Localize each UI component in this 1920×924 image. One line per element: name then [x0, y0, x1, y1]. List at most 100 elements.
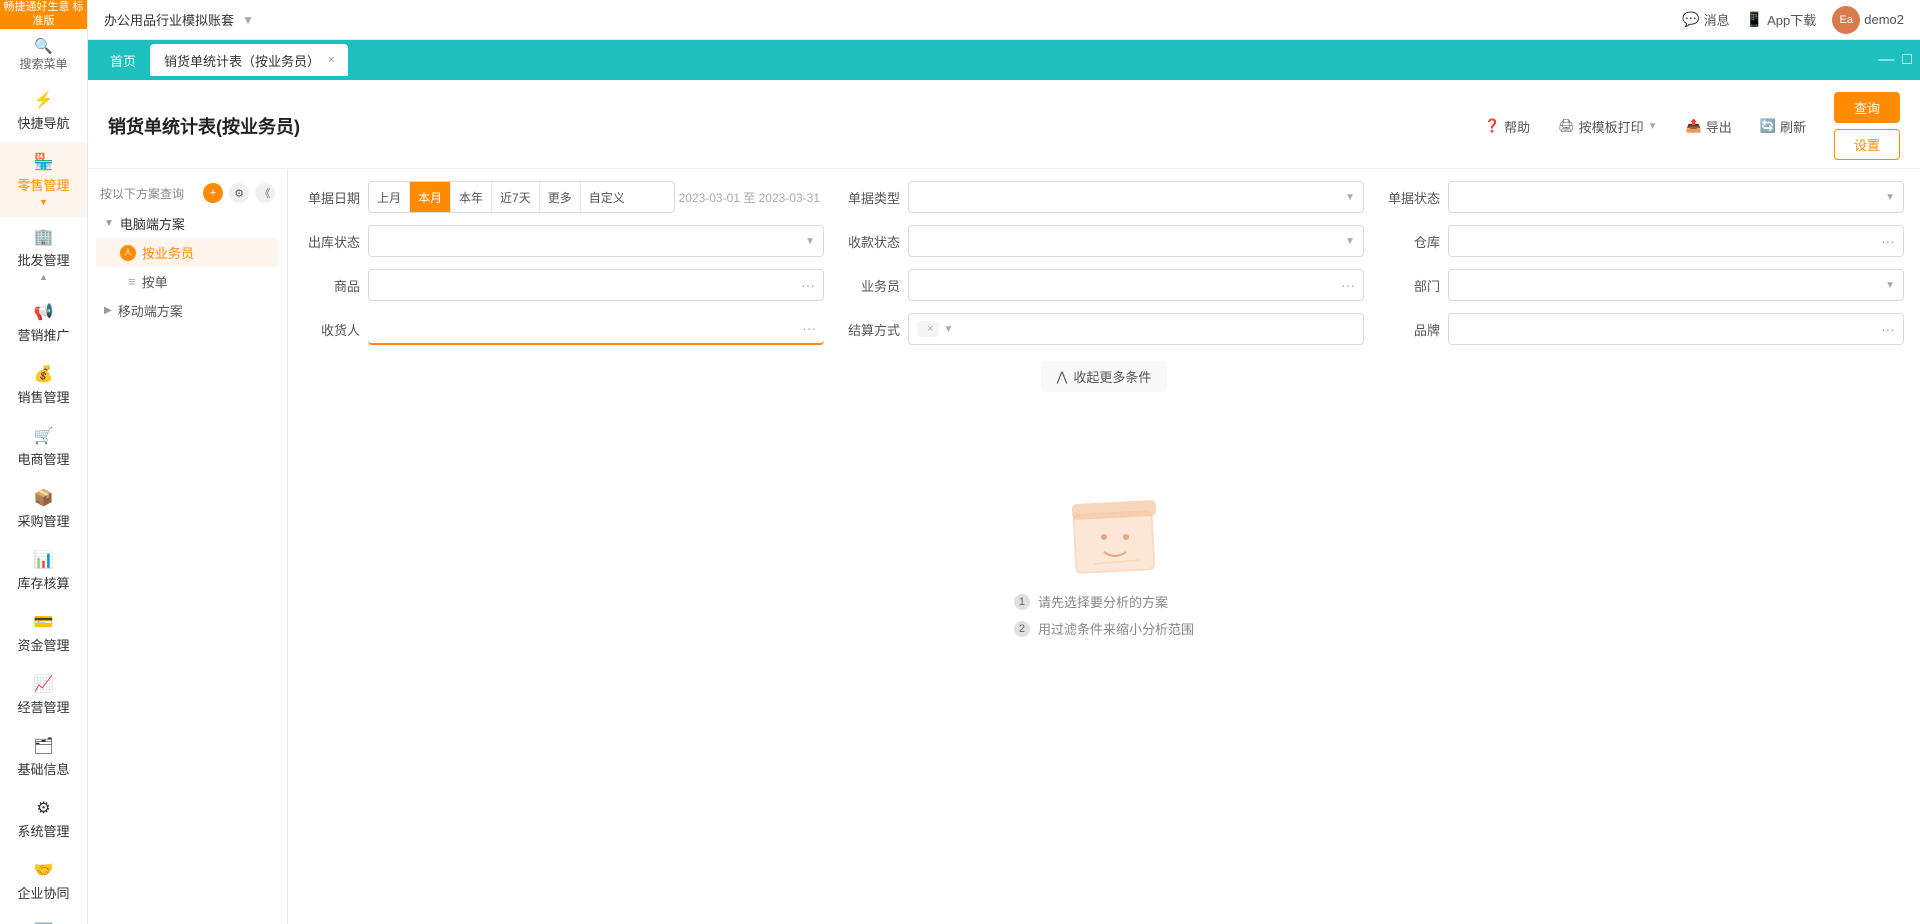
desktop-group-label: 电脑端方案 [120, 214, 185, 233]
collapse-up-icon: ⋀ [1057, 369, 1068, 385]
sidebar-item-ecommerce[interactable]: 🛒 电商管理 [0, 416, 88, 478]
export-icon: 📤 [1686, 118, 1702, 134]
doctype-control[interactable]: ▼ [908, 181, 1364, 213]
collapse-btn-label: 收起更多条件 [1073, 367, 1151, 386]
filter-item-receiver: 收货人 ··· [304, 313, 824, 345]
tab-bar: 首页 销货单统计表（按业务员） × — □ [88, 40, 1920, 80]
filter-item-settlement: 结算方式 × ▼ [844, 313, 1364, 345]
sidebar-item-label: 基础信息 [17, 759, 69, 778]
export-btn[interactable]: 📤 导出 [1678, 113, 1740, 140]
refresh-btn[interactable]: 🔄 刷新 [1752, 113, 1814, 140]
sidebar-item-marketing[interactable]: 📢 营销推广 [0, 292, 88, 354]
date-tab-thismonth[interactable]: 本月 [410, 182, 451, 212]
tab-bar-right: — □ [1878, 51, 1912, 69]
filter-row-4: 收货人 ··· 结算方式 × [304, 313, 1904, 345]
department-control[interactable]: ▼ [1448, 269, 1904, 301]
sidebar-item-enterprise[interactable]: 🤝 企业协同 [0, 850, 88, 912]
date-tab-thisyear[interactable]: 本年 [451, 182, 492, 212]
header-dropdown-icon[interactable]: ▼ [242, 13, 254, 27]
empty-illustration [1054, 472, 1154, 572]
help-label: 帮助 [1504, 117, 1530, 136]
query-button[interactable]: 查询 [1834, 92, 1900, 123]
scheme-item-order[interactable]: ≡ 按单 [96, 267, 279, 296]
scheme-panel-title: 按以下方案查询 [100, 185, 184, 202]
date-tab-7days[interactable]: 近7天 [492, 182, 540, 212]
sidebar-item-label: 销售管理 [17, 387, 69, 406]
date-tabs-control: 上月 本月 本年 近7天 更多 自定义 [368, 181, 675, 213]
page-title: 销货单统计表(按业务员) [108, 113, 300, 139]
sidebar-item-quicknav[interactable]: ⚡ 快捷导航 [0, 80, 88, 142]
desktop-scheme-group: ▼ 电脑端方案 人 按业务员 ≡ 按单 [88, 209, 287, 296]
sidebar-item-sales[interactable]: 💰 销售管理 [0, 354, 88, 416]
goods-dots: ··· [801, 277, 815, 293]
sidebar-item-label: 资金管理 [17, 635, 69, 654]
sidebar-item-search[interactable]: 🔍 搜索菜单 [0, 29, 88, 80]
app-download-btn[interactable]: 📱 App下载 [1746, 10, 1817, 29]
docstatus-control[interactable]: ▼ [1448, 181, 1904, 213]
active-scheme-icon: 人 [120, 245, 136, 261]
scheme-item-salesperson[interactable]: 人 按业务员 [96, 238, 279, 267]
collapse-btn[interactable]: ⋀ 收起更多条件 [1041, 361, 1168, 392]
messages-btn[interactable]: 💬 消息 [1682, 10, 1729, 29]
settings-button[interactable]: 设置 [1834, 129, 1900, 160]
empty-state: 1 请先选择要分析的方案 2 用过滤条件来缩小分析范围 [304, 412, 1904, 678]
brand-control[interactable]: ··· [1448, 313, 1904, 345]
sidebar-item-purchase[interactable]: 📦 采购管理 [0, 478, 88, 540]
print-btn[interactable]: 🖨 按模板打印 ▼ [1550, 113, 1665, 140]
help-btn[interactable]: ❓ 帮助 [1476, 113, 1538, 140]
avatar: Ea [1832, 6, 1860, 34]
sidebar-item-wholesale[interactable]: 🏢 批发管理 ▲ [0, 217, 88, 292]
desktop-group-header[interactable]: ▼ 电脑端方案 [96, 209, 279, 238]
tab-maximize-btn[interactable]: □ [1902, 51, 1912, 69]
sidebar-item-inventory[interactable]: 📊 库存核算 [0, 540, 88, 602]
sidebar-item-retail[interactable]: 🏪 零售管理 ▼ [0, 142, 88, 217]
scheme-settings-btn[interactable]: ⚙ [229, 183, 249, 203]
filter-item-department: 部门 ▼ [1384, 269, 1904, 301]
date-tab-custom[interactable]: 自定义 [581, 182, 633, 212]
scheme-collapse-btn[interactable]: 《 [255, 183, 275, 203]
print-label: 按模板打印 [1579, 117, 1644, 136]
filter-row-3: 商品 ··· 业务员 ··· [304, 269, 1904, 301]
salesperson-control[interactable]: ··· [908, 269, 1364, 301]
settlement-clear-btn[interactable]: × [927, 323, 933, 335]
sidebar-item-label: 经营管理 [17, 697, 69, 716]
sidebar-item-label: 快捷导航 [17, 113, 69, 132]
warehouse-control[interactable]: ··· [1448, 225, 1904, 257]
sidebar-item-basic[interactable]: 🗂 基础信息 [0, 726, 88, 788]
filter-item-date: 单据日期 上月 本月 本年 近7天 更多 自定义 2023-03-01 至 20… [304, 181, 824, 213]
inventory-icon: 📊 [34, 550, 54, 570]
tab-close-icon[interactable]: × [328, 54, 334, 66]
mobile-scheme-group[interactable]: ▶ 移动端方案 [88, 296, 287, 325]
outstatus-control[interactable]: ▼ [368, 225, 824, 257]
sidebar-item-newuser[interactable]: 🆕 新手引导 [0, 912, 88, 924]
main-area: 办公用品行业模拟账套 ▼ 💬 消息 📱 App下载 Ea demo2 首页 [88, 0, 1920, 924]
user-profile-btn[interactable]: Ea demo2 [1832, 6, 1904, 34]
refresh-icon: 🔄 [1760, 118, 1776, 134]
empty-tip-1: 1 请先选择要分析的方案 [1014, 592, 1194, 611]
settlement-control[interactable]: × ▼ [908, 313, 1364, 345]
scheme-add-btn[interactable]: + [203, 183, 223, 203]
tab-minimize-btn[interactable]: — [1878, 51, 1894, 69]
salesperson-dots: ··· [1341, 277, 1355, 293]
filter-item-warehouse: 仓库 ··· [1384, 225, 1904, 257]
print-dropdown-icon: ▼ [1648, 121, 1658, 132]
goods-control[interactable]: ··· [368, 269, 824, 301]
mobile-group-arrow: ▶ [104, 305, 112, 316]
date-tab-more[interactable]: 更多 [540, 182, 581, 212]
settlement-arrow: ▼ [943, 324, 953, 335]
date-tab-lastmonth[interactable]: 上月 [369, 182, 410, 212]
receiver-control[interactable]: ··· [368, 313, 824, 345]
brand-dots: ··· [1881, 321, 1895, 337]
tab-sales-stats[interactable]: 销货单统计表（按业务员） × [150, 44, 348, 76]
quicknav-icon: ⚡ [34, 90, 54, 110]
receiver-label: 收货人 [304, 320, 368, 339]
export-label: 导出 [1706, 117, 1732, 136]
sidebar-item-system[interactable]: ⚙ 系统管理 [0, 788, 88, 850]
tab-home[interactable]: 首页 [96, 44, 150, 76]
sidebar-item-finance[interactable]: 💳 资金管理 [0, 602, 88, 664]
filter-item-docstatus: 单据状态 ▼ [1384, 181, 1904, 213]
header-title: 办公用品行业模拟账套 [104, 10, 234, 29]
receiptstatus-control[interactable]: ▼ [908, 225, 1364, 257]
sidebar-item-operations[interactable]: 📈 经营管理 [0, 664, 88, 726]
sidebar-item-label: 库存核算 [17, 573, 69, 592]
